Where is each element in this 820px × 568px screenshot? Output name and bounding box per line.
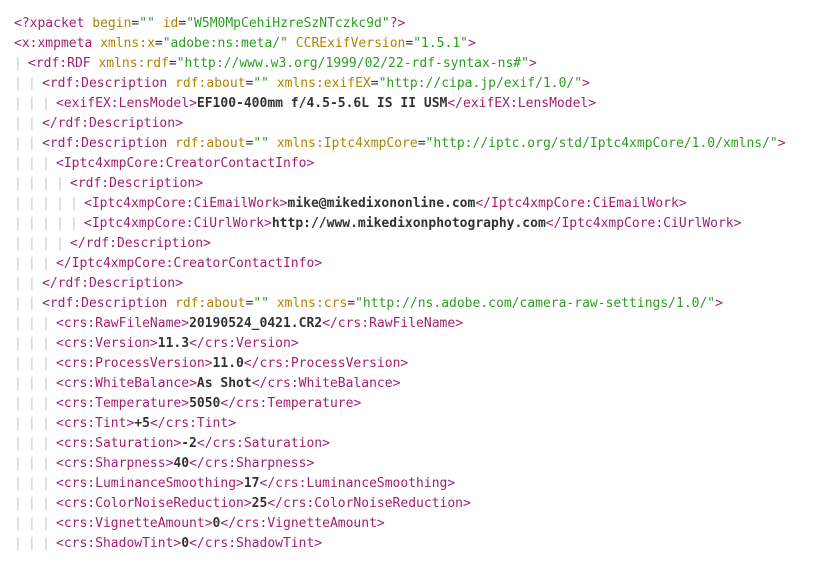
code-line: ||||</rdf:Description> bbox=[14, 234, 820, 254]
code-line: |||<crs:Sharpness>40</crs:Sharpness> bbox=[14, 454, 820, 474]
code-line: <?xpacket begin="" id="W5M0MpCehiHzreSzN… bbox=[14, 14, 820, 34]
code-line: |||<crs:RawFileName>20190524_0421.CR2</c… bbox=[14, 314, 820, 334]
code-line: |||<crs:ColorNoiseReduction>25</crs:Colo… bbox=[14, 494, 820, 514]
code-line: |||<crs:ShadowTint>0</crs:ShadowTint> bbox=[14, 534, 820, 554]
code-line: ||</rdf:Description> bbox=[14, 274, 820, 294]
code-line: |||||<Iptc4xmpCore:CiEmailWork>mike@mike… bbox=[14, 194, 820, 214]
code-line: ||<rdf:Description rdf:about="" xmlns:Ip… bbox=[14, 134, 820, 154]
code-line: |||<crs:ProcessVersion>11.0</crs:Process… bbox=[14, 354, 820, 374]
code-line: |||<exifEX:LensModel>EF100-400mm f/4.5-5… bbox=[14, 94, 820, 114]
code-line: |||<Iptc4xmpCore:CreatorContactInfo> bbox=[14, 154, 820, 174]
code-line: ||</rdf:Description> bbox=[14, 114, 820, 134]
code-line: <x:xmpmeta xmlns:x="adobe:ns:meta/" CCRE… bbox=[14, 34, 820, 54]
code-line: |||<crs:Temperature>5050</crs:Temperatur… bbox=[14, 394, 820, 414]
code-line: |||<crs:Version>11.3</crs:Version> bbox=[14, 334, 820, 354]
code-line: ||<rdf:Description rdf:about="" xmlns:cr… bbox=[14, 294, 820, 314]
code-line: |||<crs:Tint>+5</crs:Tint> bbox=[14, 414, 820, 434]
code-line: ||||<rdf:Description> bbox=[14, 174, 820, 194]
code-line: ||<rdf:Description rdf:about="" xmlns:ex… bbox=[14, 74, 820, 94]
code-line: |||</Iptc4xmpCore:CreatorContactInfo> bbox=[14, 254, 820, 274]
xml-source: <?xpacket begin="" id="W5M0MpCehiHzreSzN… bbox=[14, 14, 820, 554]
code-line: |||<crs:VignetteAmount>0</crs:VignetteAm… bbox=[14, 514, 820, 534]
code-line: |<rdf:RDF xmlns:rdf="http://www.w3.org/1… bbox=[14, 54, 820, 74]
code-line: |||<crs:Saturation>-2</crs:Saturation> bbox=[14, 434, 820, 454]
code-line: |||<crs:LuminanceSmoothing>17</crs:Lumin… bbox=[14, 474, 820, 494]
code-line: |||<crs:WhiteBalance>As Shot</crs:WhiteB… bbox=[14, 374, 820, 394]
code-line: |||||<Iptc4xmpCore:CiUrlWork>http://www.… bbox=[14, 214, 820, 234]
